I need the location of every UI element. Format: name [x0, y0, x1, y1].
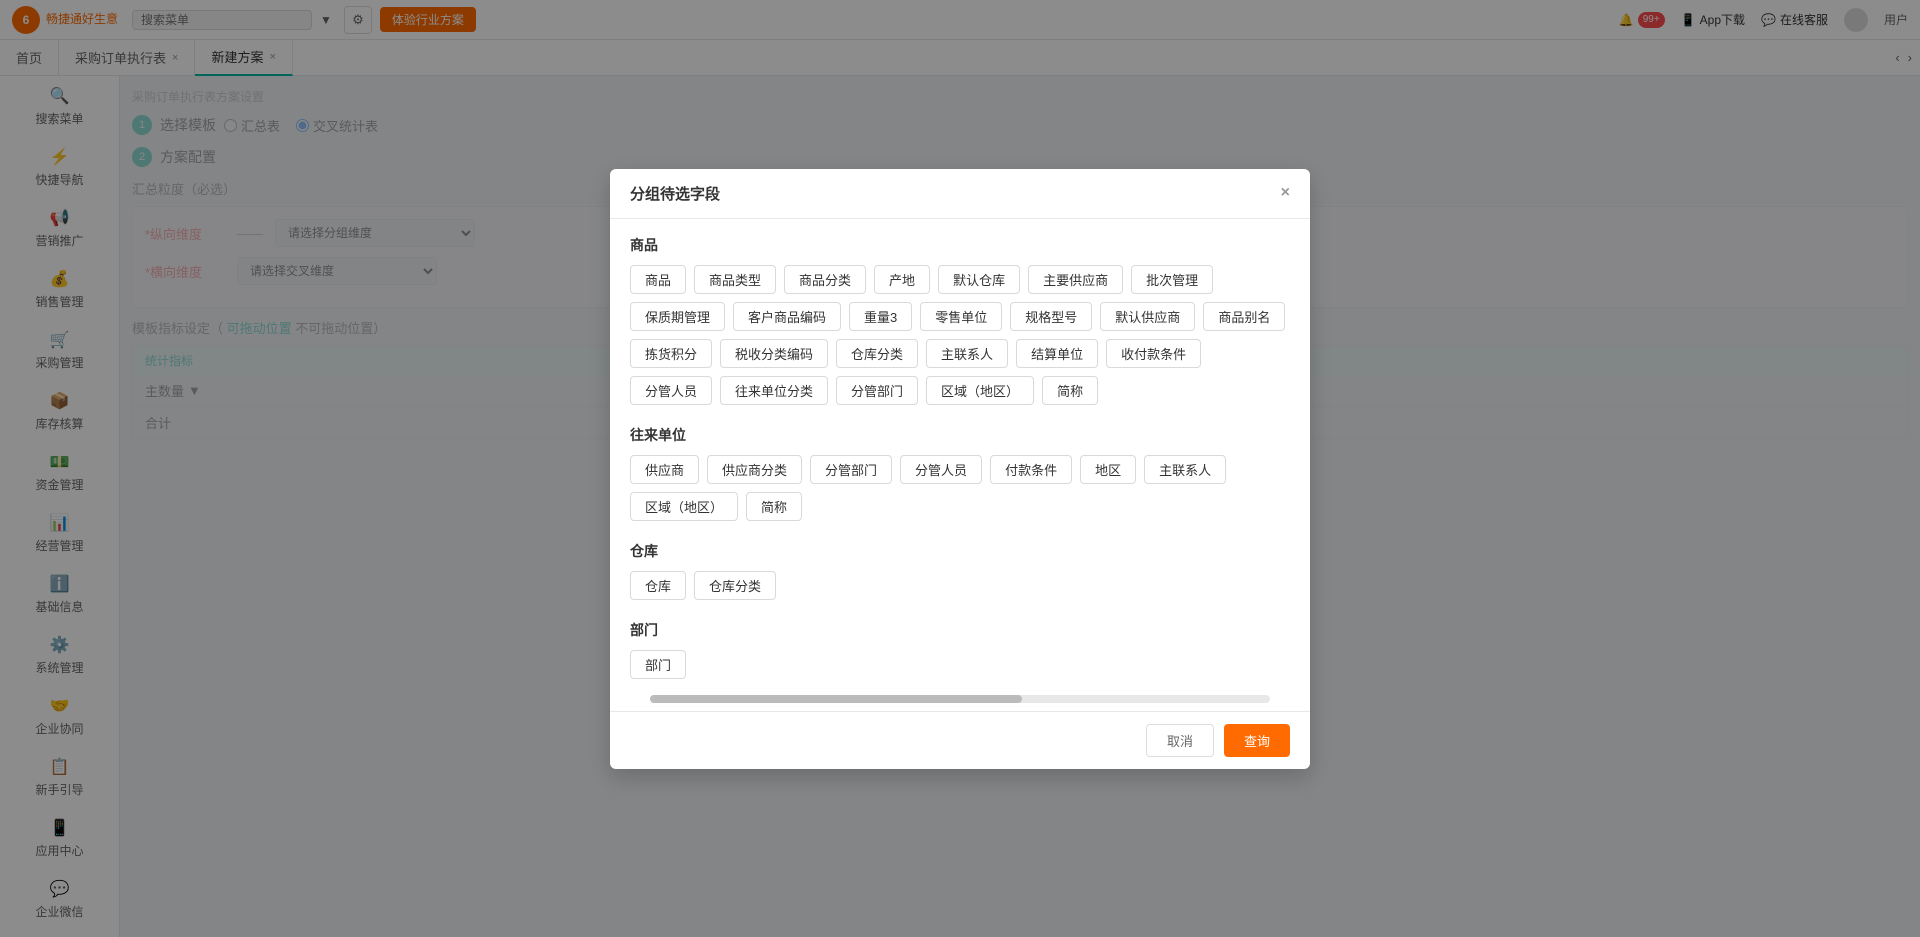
field-group-3: 部门部门 [630, 620, 1290, 679]
field-tag-0-17[interactable]: 主联系人 [926, 339, 1008, 368]
field-tag-2-1[interactable]: 仓库分类 [694, 571, 776, 600]
field-group-0: 商品商品商品类型商品分类产地默认仓库主要供应商批次管理保质期管理客户商品编码重量… [630, 235, 1290, 405]
field-tag-0-8[interactable]: 客户商品编码 [733, 302, 841, 331]
modal-body: 商品商品商品类型商品分类产地默认仓库主要供应商批次管理保质期管理客户商品编码重量… [610, 219, 1310, 691]
field-tag-0-0[interactable]: 商品 [630, 265, 686, 294]
field-tag-0-5[interactable]: 主要供应商 [1028, 265, 1123, 294]
field-tag-0-22[interactable]: 分管部门 [836, 376, 918, 405]
field-tag-1-7[interactable]: 区域（地区） [630, 492, 738, 521]
field-group-title-3: 部门 [630, 620, 1290, 640]
field-tag-1-2[interactable]: 分管部门 [810, 455, 892, 484]
field-tag-1-8[interactable]: 简称 [746, 492, 802, 521]
field-tag-0-10[interactable]: 零售单位 [920, 302, 1002, 331]
field-tags-1: 供应商供应商分类分管部门分管人员付款条件地区主联系人区域（地区） 简称 [630, 455, 1290, 521]
field-tags-0: 商品商品类型商品分类产地默认仓库主要供应商批次管理保质期管理客户商品编码重量3 零… [630, 265, 1290, 405]
scroll-thumb [650, 695, 1022, 703]
field-tag-1-5[interactable]: 地区 [1080, 455, 1136, 484]
field-tag-0-7[interactable]: 保质期管理 [630, 302, 725, 331]
confirm-button[interactable]: 查询 [1224, 724, 1290, 757]
field-tags-3: 部门 [630, 650, 1290, 679]
field-tag-0-6[interactable]: 批次管理 [1131, 265, 1213, 294]
field-tag-1-0[interactable]: 供应商 [630, 455, 699, 484]
horizontal-scrollbar[interactable] [650, 695, 1270, 703]
field-group-title-0: 商品 [630, 235, 1290, 255]
field-tag-0-12[interactable]: 默认供应商 [1100, 302, 1195, 331]
field-tag-0-16[interactable]: 仓库分类 [836, 339, 918, 368]
field-tag-0-13[interactable]: 商品别名 [1203, 302, 1285, 331]
field-tag-1-6[interactable]: 主联系人 [1144, 455, 1226, 484]
field-tag-1-3[interactable]: 分管人员 [900, 455, 982, 484]
modal-title: 分组待选字段 [630, 183, 720, 204]
field-tag-1-4[interactable]: 付款条件 [990, 455, 1072, 484]
field-tag-0-24[interactable]: 简称 [1042, 376, 1098, 405]
field-tag-0-4[interactable]: 默认仓库 [938, 265, 1020, 294]
field-tag-3-0[interactable]: 部门 [630, 650, 686, 679]
field-group-2: 仓库仓库仓库分类 [630, 541, 1290, 600]
field-group-title-2: 仓库 [630, 541, 1290, 561]
field-group-title-1: 往来单位 [630, 425, 1290, 445]
field-tag-2-0[interactable]: 仓库 [630, 571, 686, 600]
field-tag-0-11[interactable]: 规格型号 [1010, 302, 1092, 331]
field-tag-0-19[interactable]: 收付款条件 [1106, 339, 1201, 368]
field-select-modal: 分组待选字段 × 商品商品商品类型商品分类产地默认仓库主要供应商批次管理保质期管… [610, 169, 1310, 769]
field-tag-0-1[interactable]: 商品类型 [694, 265, 776, 294]
field-tag-0-14[interactable]: 拣货积分 [630, 339, 712, 368]
field-tag-0-21[interactable]: 往来单位分类 [720, 376, 828, 405]
field-tag-0-23[interactable]: 区域（地区） [926, 376, 1034, 405]
modal-overlay: 分组待选字段 × 商品商品商品类型商品分类产地默认仓库主要供应商批次管理保质期管… [0, 0, 1920, 937]
modal-header: 分组待选字段 × [610, 169, 1310, 219]
field-tag-1-1[interactable]: 供应商分类 [707, 455, 802, 484]
modal-footer: 取消 查询 [610, 711, 1310, 769]
field-tag-0-15[interactable]: 税收分类编码 [720, 339, 828, 368]
field-tag-0-2[interactable]: 商品分类 [784, 265, 866, 294]
field-tag-0-9[interactable]: 重量3 [849, 302, 912, 331]
field-tag-0-18[interactable]: 结算单位 [1016, 339, 1098, 368]
cancel-button[interactable]: 取消 [1146, 724, 1214, 757]
modal-scroll-area [610, 691, 1310, 711]
field-tag-0-3[interactable]: 产地 [874, 265, 930, 294]
field-tag-0-20[interactable]: 分管人员 [630, 376, 712, 405]
field-tags-2: 仓库仓库分类 [630, 571, 1290, 600]
modal-close-button[interactable]: × [1281, 184, 1290, 202]
field-group-1: 往来单位供应商供应商分类分管部门分管人员付款条件地区主联系人区域（地区） 简称 [630, 425, 1290, 521]
